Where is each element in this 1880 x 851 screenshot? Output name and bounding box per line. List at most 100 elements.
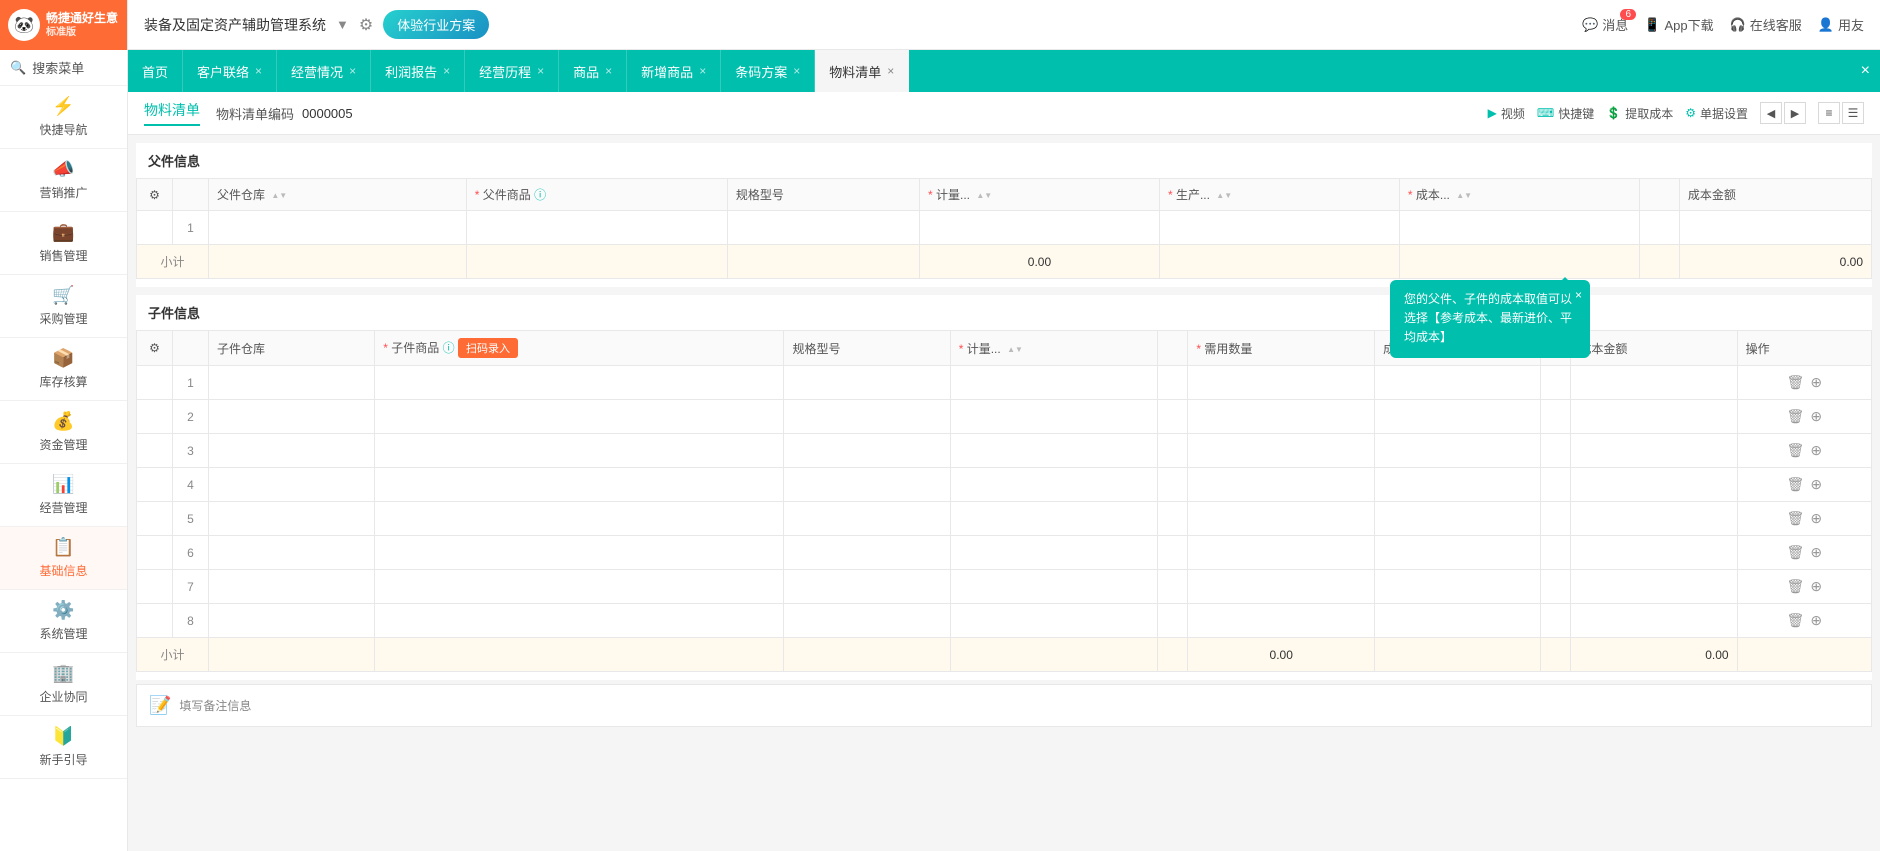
sidebar-item-system[interactable]: ⚙️ 系统管理 xyxy=(0,590,127,653)
child-row3-unit[interactable] xyxy=(950,434,1158,468)
child-row4-unit-cost[interactable] xyxy=(1375,468,1541,502)
close-all-tabs[interactable]: × xyxy=(1851,62,1880,80)
remark-placeholder[interactable]: 填写备注信息 xyxy=(179,697,251,714)
tab-home[interactable]: 首页 xyxy=(128,50,183,92)
sidebar-item-operation[interactable]: 📊 经营管理 xyxy=(0,464,127,527)
child-row4-unit[interactable] xyxy=(950,468,1158,502)
child-row4-goods[interactable] xyxy=(375,468,784,502)
sidebar-item-quick-nav[interactable]: ⚡ 快捷导航 xyxy=(0,86,127,149)
shortcut-button[interactable]: ⌨ 快捷键 xyxy=(1537,105,1594,122)
tab-history[interactable]: 经营历程 × xyxy=(465,50,559,92)
scan-input-button[interactable]: 扫码录入 xyxy=(458,338,518,358)
single-settings-button[interactable]: ⚙ 单据设置 xyxy=(1685,105,1748,122)
child-row7-unit[interactable] xyxy=(950,570,1158,604)
child-row7-unit-cost[interactable] xyxy=(1375,570,1541,604)
child-row7-spec[interactable] xyxy=(784,570,950,604)
child-row2-unit[interactable] xyxy=(950,400,1158,434)
delete-row-icon[interactable]: 🗑 xyxy=(1787,476,1805,493)
tab-close-profit[interactable]: × xyxy=(443,64,450,78)
nav-next[interactable]: ▶ xyxy=(1784,102,1806,124)
copy-row-icon[interactable]: ⊕ xyxy=(1810,442,1822,459)
child-row2-warehouse[interactable] xyxy=(209,400,375,434)
child-row1-unit-cost[interactable] xyxy=(1375,366,1541,400)
child-row1-required-qty[interactable] xyxy=(1188,366,1375,400)
tab-close-new-goods[interactable]: × xyxy=(699,64,706,78)
child-row2-required-qty[interactable] xyxy=(1188,400,1375,434)
copy-row-icon[interactable]: ⊕ xyxy=(1810,476,1822,493)
copy-row-icon[interactable]: ⊕ xyxy=(1810,544,1822,561)
parent-row1-unit[interactable] xyxy=(920,211,1160,245)
tooltip-close-button[interactable]: × xyxy=(1575,286,1582,305)
parent-row1-production[interactable] xyxy=(1159,211,1399,245)
copy-row-icon[interactable]: ⊕ xyxy=(1810,510,1822,527)
parent-row1-cost[interactable] xyxy=(1399,211,1639,245)
child-row6-unit-cost[interactable] xyxy=(1375,536,1541,570)
tab-close-bom[interactable]: × xyxy=(887,64,894,78)
tab-new-goods[interactable]: 新增商品 × xyxy=(627,50,721,92)
tab-close-history[interactable]: × xyxy=(537,64,544,78)
child-row4-warehouse[interactable] xyxy=(209,468,375,502)
delete-row-icon[interactable]: 🗑 xyxy=(1787,544,1805,561)
child-row8-spec[interactable] xyxy=(784,604,950,638)
child-row7-warehouse[interactable] xyxy=(209,570,375,604)
child-row5-spec[interactable] xyxy=(784,502,950,536)
child-row3-warehouse[interactable] xyxy=(209,434,375,468)
tab-customers[interactable]: 客户联络 × xyxy=(183,50,277,92)
sidebar-item-purchase[interactable]: 🛒 采购管理 xyxy=(0,275,127,338)
copy-row-icon[interactable]: ⊕ xyxy=(1810,578,1822,595)
tab-operations[interactable]: 经营情况 × xyxy=(277,50,371,92)
delete-row-icon[interactable]: 🗑 xyxy=(1787,612,1805,629)
topbar-settings-icon[interactable]: ⚙ xyxy=(359,15,373,35)
parent-row1-goods[interactable] xyxy=(466,211,727,245)
sidebar-item-finance[interactable]: 💰 资金管理 xyxy=(0,401,127,464)
extract-cost-button[interactable]: 💲 提取成本 xyxy=(1606,105,1673,122)
tab-close-barcode[interactable]: × xyxy=(793,64,800,78)
child-row8-required-qty[interactable] xyxy=(1188,604,1375,638)
delete-row-icon[interactable]: 🗑 xyxy=(1787,578,1805,595)
child-row6-required-qty[interactable] xyxy=(1188,536,1375,570)
sidebar-item-basic[interactable]: 📋 基础信息 xyxy=(0,527,127,590)
child-row7-goods[interactable] xyxy=(375,570,784,604)
delete-row-icon[interactable]: 🗑 xyxy=(1787,408,1805,425)
child-row6-unit[interactable] xyxy=(950,536,1158,570)
child-row5-goods[interactable] xyxy=(375,502,784,536)
app-download-button[interactable]: 📱 App下载 xyxy=(1644,15,1713,34)
child-row1-spec[interactable] xyxy=(784,366,950,400)
parent-row1-spec[interactable] xyxy=(727,211,919,245)
child-row4-spec[interactable] xyxy=(784,468,950,502)
sidebar-item-inventory[interactable]: 📦 库存核算 xyxy=(0,338,127,401)
tab-bom[interactable]: 物料清单 × xyxy=(815,50,909,92)
tab-profit[interactable]: 利润报告 × xyxy=(371,50,465,92)
child-row1-warehouse[interactable] xyxy=(209,366,375,400)
search-menu[interactable]: 🔍 搜索菜单 xyxy=(0,50,127,86)
user-menu[interactable]: 👤 用友 xyxy=(1818,15,1864,34)
copy-row-icon[interactable]: ⊕ xyxy=(1810,612,1822,629)
copy-row-icon[interactable]: ⊕ xyxy=(1810,408,1822,425)
copy-row-icon[interactable]: ⊕ xyxy=(1810,374,1822,391)
child-row2-spec[interactable] xyxy=(784,400,950,434)
child-row8-unit[interactable] xyxy=(950,604,1158,638)
child-row5-unit[interactable] xyxy=(950,502,1158,536)
nav-prev[interactable]: ◀ xyxy=(1760,102,1782,124)
tab-close-customers[interactable]: × xyxy=(255,64,262,78)
child-row2-unit-cost[interactable] xyxy=(1375,400,1541,434)
parent-row1-warehouse[interactable] xyxy=(209,211,467,245)
delete-row-icon[interactable]: 🗑 xyxy=(1787,374,1805,391)
trial-button[interactable]: 体验行业方案 xyxy=(383,10,489,39)
child-row8-goods[interactable] xyxy=(375,604,784,638)
child-row6-goods[interactable] xyxy=(375,536,784,570)
sidebar-item-enterprise[interactable]: 🏢 企业协同 xyxy=(0,653,127,716)
child-row3-goods[interactable] xyxy=(375,434,784,468)
child-row6-spec[interactable] xyxy=(784,536,950,570)
video-button[interactable]: ▶ 视频 xyxy=(1488,105,1525,122)
view-list[interactable]: ≡ xyxy=(1818,102,1840,124)
child-row5-unit-cost[interactable] xyxy=(1375,502,1541,536)
child-row8-warehouse[interactable] xyxy=(209,604,375,638)
sub-tab-bom-list[interactable]: 物料清单 xyxy=(144,100,200,126)
child-row7-required-qty[interactable] xyxy=(1188,570,1375,604)
topbar-dropdown-icon[interactable]: ▼ xyxy=(336,17,349,32)
child-row8-unit-cost[interactable] xyxy=(1375,604,1541,638)
child-row6-warehouse[interactable] xyxy=(209,536,375,570)
child-row5-required-qty[interactable] xyxy=(1188,502,1375,536)
sidebar-item-sales[interactable]: 💼 销售管理 xyxy=(0,212,127,275)
